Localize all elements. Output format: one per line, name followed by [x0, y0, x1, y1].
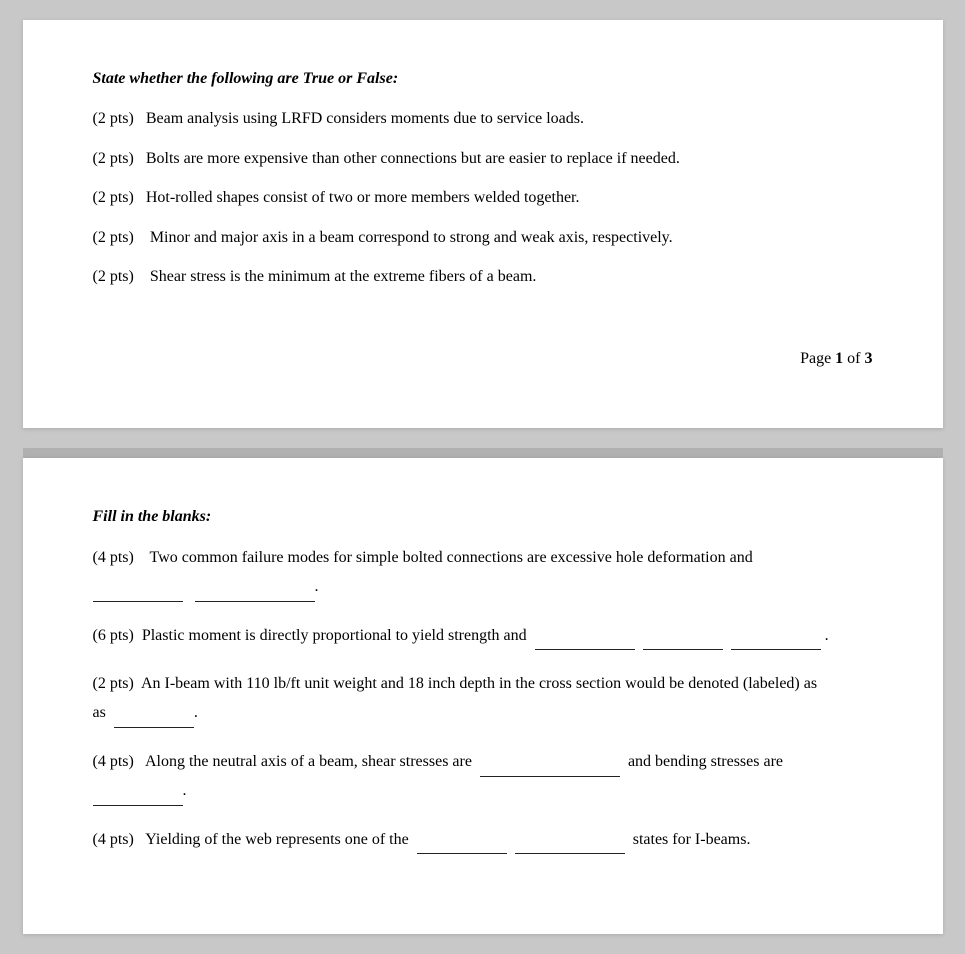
- fill-q5-text-after: states for I-beams.: [633, 831, 751, 848]
- q4-pts: (2 pts): [93, 229, 134, 246]
- fill-q2-pts: (6 pts): [93, 627, 134, 644]
- page-current: 1: [835, 350, 843, 367]
- q2-text: Bolts are more expensive than other conn…: [146, 150, 680, 167]
- fill-q5-blank1: [417, 838, 507, 854]
- fill-q2: (6 pts) Plastic moment is directly propo…: [93, 622, 873, 651]
- question-3: (2 pts) Hot-rolled shapes consist of two…: [93, 185, 873, 211]
- fill-q1-pts: (4 pts): [93, 549, 134, 566]
- q3-pts: (2 pts): [93, 189, 134, 206]
- q1-text: Beam analysis using LRFD considers momen…: [146, 110, 584, 127]
- q3-text: Hot-rolled shapes consist of two or more…: [146, 189, 580, 206]
- fill-q1-period: .: [315, 578, 319, 595]
- q5-text: Shear stress is the minimum at the extre…: [150, 268, 537, 285]
- fill-q3: (2 pts) An I-beam with 110 lb/ft unit we…: [93, 670, 873, 728]
- page-divider: [23, 448, 943, 458]
- fill-q3-blank: [114, 712, 194, 728]
- fill-q4-blank-mid: [480, 761, 620, 777]
- fill-q2-blank3: [731, 634, 821, 650]
- fill-q2-blank2: [643, 634, 723, 650]
- page-label: Page: [800, 350, 831, 367]
- question-2: (2 pts) Bolts are more expensive than ot…: [93, 146, 873, 172]
- fill-q1: (4 pts) Two common failure modes for sim…: [93, 544, 873, 602]
- fill-q3-text: An I-beam with 110 lb/ft unit weight and…: [141, 675, 817, 692]
- question-4: (2 pts) Minor and major axis in a beam c…: [93, 225, 873, 251]
- fill-q4-text-mid: and bending stresses are: [628, 753, 783, 770]
- fill-q4-pts: (4 pts): [93, 753, 134, 770]
- fill-q5: (4 pts) Yielding of the web represents o…: [93, 826, 873, 855]
- fill-q5-pts: (4 pts): [93, 831, 134, 848]
- page-2: Fill in the blanks: (4 pts) Two common f…: [23, 458, 943, 934]
- fill-q3-pts: (2 pts): [93, 675, 134, 692]
- page-total: 3: [865, 350, 873, 367]
- fill-q2-period: .: [825, 627, 829, 644]
- fill-q5-blank2: [515, 838, 625, 854]
- fill-q1-blank1: [93, 586, 183, 602]
- q4-text: Minor and major axis in a beam correspon…: [150, 229, 673, 246]
- fill-q4-period: .: [183, 782, 187, 799]
- fill-q2-blank1: [535, 634, 635, 650]
- question-1: (2 pts) Beam analysis using LRFD conside…: [93, 106, 873, 132]
- fill-q3-as-label: as: [93, 704, 106, 721]
- fill-q4-text-before: Along the neutral axis of a beam, shear …: [145, 753, 472, 770]
- fill-q1-text: Two common failure modes for simple bolt…: [150, 549, 753, 566]
- q5-pts: (2 pts): [93, 268, 134, 285]
- page-of: of: [847, 350, 860, 367]
- section-heading-2: Fill in the blanks:: [93, 508, 873, 526]
- section-heading-1: State whether the following are True or …: [93, 70, 873, 88]
- q2-pts: (2 pts): [93, 150, 134, 167]
- fill-q4-blank-end: [93, 790, 183, 806]
- page-1: State whether the following are True or …: [23, 20, 943, 428]
- fill-q2-text: Plastic moment is directly proportional …: [142, 627, 527, 644]
- fill-q1-blank2: [195, 586, 315, 602]
- page-number: Page 1 of 3: [93, 350, 873, 368]
- fill-q4: (4 pts) Along the neutral axis of a beam…: [93, 748, 873, 806]
- q1-pts: (2 pts): [93, 110, 134, 127]
- fill-q3-period: .: [194, 704, 198, 721]
- question-5: (2 pts) Shear stress is the minimum at t…: [93, 264, 873, 290]
- fill-q5-text-before: Yielding of the web represents one of th…: [145, 831, 408, 848]
